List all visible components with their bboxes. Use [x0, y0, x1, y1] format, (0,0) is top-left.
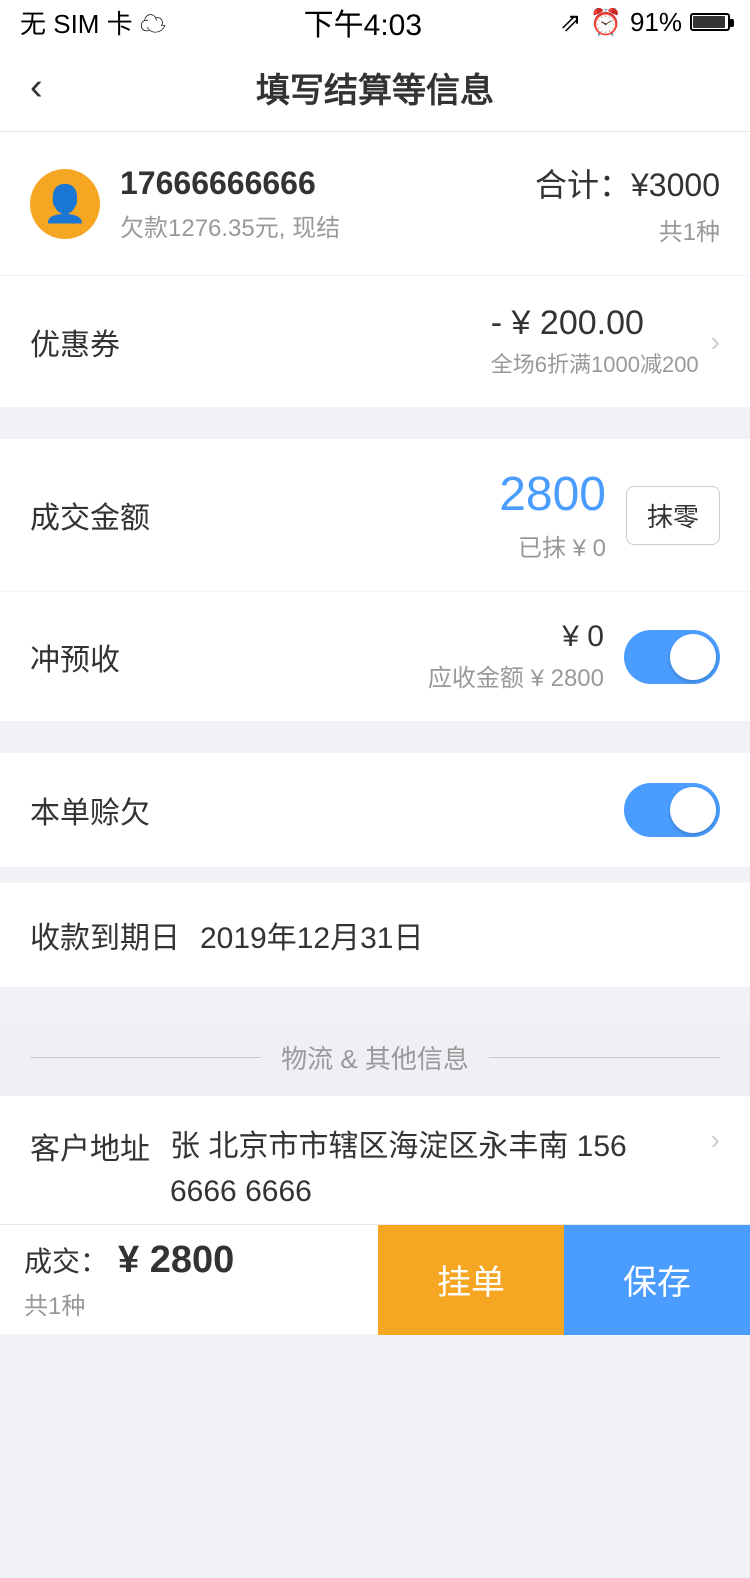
battery-bar — [690, 13, 730, 31]
coupon-desc: 全场6折满1000减200 — [491, 347, 699, 379]
status-time: 下午4:03 — [304, 0, 422, 44]
transaction-right: 2800 已抹 ¥ 0 抹零 — [499, 467, 720, 563]
transaction-section: 成交金额 2800 已抹 ¥ 0 抹零 冲预收 ¥ 0 应收金额 ¥ 2800 — [0, 439, 750, 721]
page-title: 填写结算等信息 — [256, 63, 494, 112]
bottom-summary: 成交： ¥ 2800 共1种 — [0, 1239, 378, 1321]
customer-sub: 欠款1276.35元, 现结 — [120, 208, 340, 243]
coupon-chevron: › — [711, 326, 720, 358]
customer-right: 合计：¥3000 共1种 — [535, 160, 720, 247]
status-right: ⇗ ⏰ 91% — [560, 7, 730, 38]
location-icon: ⇗ — [560, 7, 582, 38]
address-content: 张 北京市市辖区海淀区永丰南 156 6666 6666 — [170, 1124, 701, 1214]
prepay-amount: ¥ 0 — [428, 620, 604, 654]
coupon-label: 优惠券 — [30, 320, 120, 364]
coupon-right: - ¥ 200.00 全场6折满1000减200 › — [491, 304, 720, 379]
transaction-amount: 2800 — [499, 467, 606, 522]
debit-section: 本单赊欠 — [0, 753, 750, 867]
address-section[interactable]: 客户地址 张 北京市市辖区海淀区永丰南 156 6666 6666 › — [0, 1096, 750, 1242]
debit-toggle-knob — [670, 787, 716, 833]
customer-card: 👤 17666666666 欠款1276.35元, 现结 合计：¥3000 共1… — [0, 132, 750, 275]
logistics-text: 物流 & 其他信息 — [281, 1039, 469, 1076]
prepay-right: ¥ 0 应收金额 ¥ 2800 — [428, 620, 720, 693]
customer-phone: 17666666666 — [120, 165, 340, 202]
alarm-icon: ⏰ — [590, 7, 622, 38]
transaction-row: 成交金额 2800 已抹 ¥ 0 抹零 — [0, 439, 750, 592]
summary-count: 共1种 — [24, 1286, 354, 1321]
section-divider-2 — [0, 737, 750, 753]
content-area: 👤 17666666666 欠款1276.35元, 现结 合计：¥3000 共1… — [0, 132, 750, 1578]
customer-left: 👤 17666666666 欠款1276.35元, 现结 — [30, 165, 340, 243]
nav-bar: ‹ 填写结算等信息 — [0, 44, 750, 132]
already-offset: 已抹 ¥ 0 — [499, 528, 606, 563]
sim-text: 无 SIM 卡 ☁ — [20, 4, 166, 41]
battery-fill — [693, 16, 725, 28]
total-count: 共1种 — [535, 212, 720, 247]
save-button[interactable]: 保存 — [564, 1225, 750, 1335]
status-left: 无 SIM 卡 ☁ — [20, 4, 166, 41]
debit-label: 本单赊欠 — [30, 788, 150, 832]
toggle-knob — [670, 634, 716, 680]
debit-toggle[interactable] — [624, 783, 720, 837]
address-label: 客户地址 — [30, 1124, 150, 1168]
back-button[interactable]: ‹ — [20, 56, 53, 119]
section-divider-3 — [0, 1003, 750, 1019]
prepay-toggle[interactable] — [624, 630, 720, 684]
prepay-sub: 应收金额 ¥ 2800 — [428, 658, 604, 693]
coupon-discount: - ¥ 200.00 — [491, 304, 699, 343]
bottom-bar: 成交： ¥ 2800 共1种 挂单 保存 — [0, 1224, 750, 1334]
total-amount: 合计：¥3000 — [535, 160, 720, 206]
address-chevron: › — [711, 1124, 720, 1156]
prepay-row: 冲预收 ¥ 0 应收金额 ¥ 2800 — [0, 592, 750, 721]
customer-info: 17666666666 欠款1276.35元, 现结 — [120, 165, 340, 243]
suspend-button[interactable]: 挂单 — [378, 1225, 564, 1335]
battery-text: 91% — [630, 7, 682, 38]
divider-line-left — [30, 1057, 261, 1058]
section-divider-1 — [0, 423, 750, 439]
status-bar: 无 SIM 卡 ☁ 下午4:03 ⇗ ⏰ 91% — [0, 0, 750, 44]
logistics-divider: 物流 & 其他信息 — [0, 1019, 750, 1096]
prepay-label: 冲预收 — [30, 635, 120, 679]
summary-amount: ¥ 2800 — [118, 1239, 234, 1282]
divider-line-right — [489, 1057, 720, 1058]
summary-line1: 成交： ¥ 2800 — [24, 1239, 354, 1282]
date-section: 收款到期日 2019年12月31日 — [0, 883, 750, 987]
round-button[interactable]: 抹零 — [626, 486, 720, 545]
transaction-label: 成交金额 — [30, 493, 150, 537]
coupon-row[interactable]: 优惠券 - ¥ 200.00 全场6折满1000减200 › — [0, 276, 750, 407]
date-value: 2019年12月31日 — [200, 913, 423, 957]
date-label: 收款到期日 — [30, 913, 180, 957]
summary-label: 成交： — [24, 1240, 108, 1280]
avatar: 👤 — [30, 169, 100, 239]
